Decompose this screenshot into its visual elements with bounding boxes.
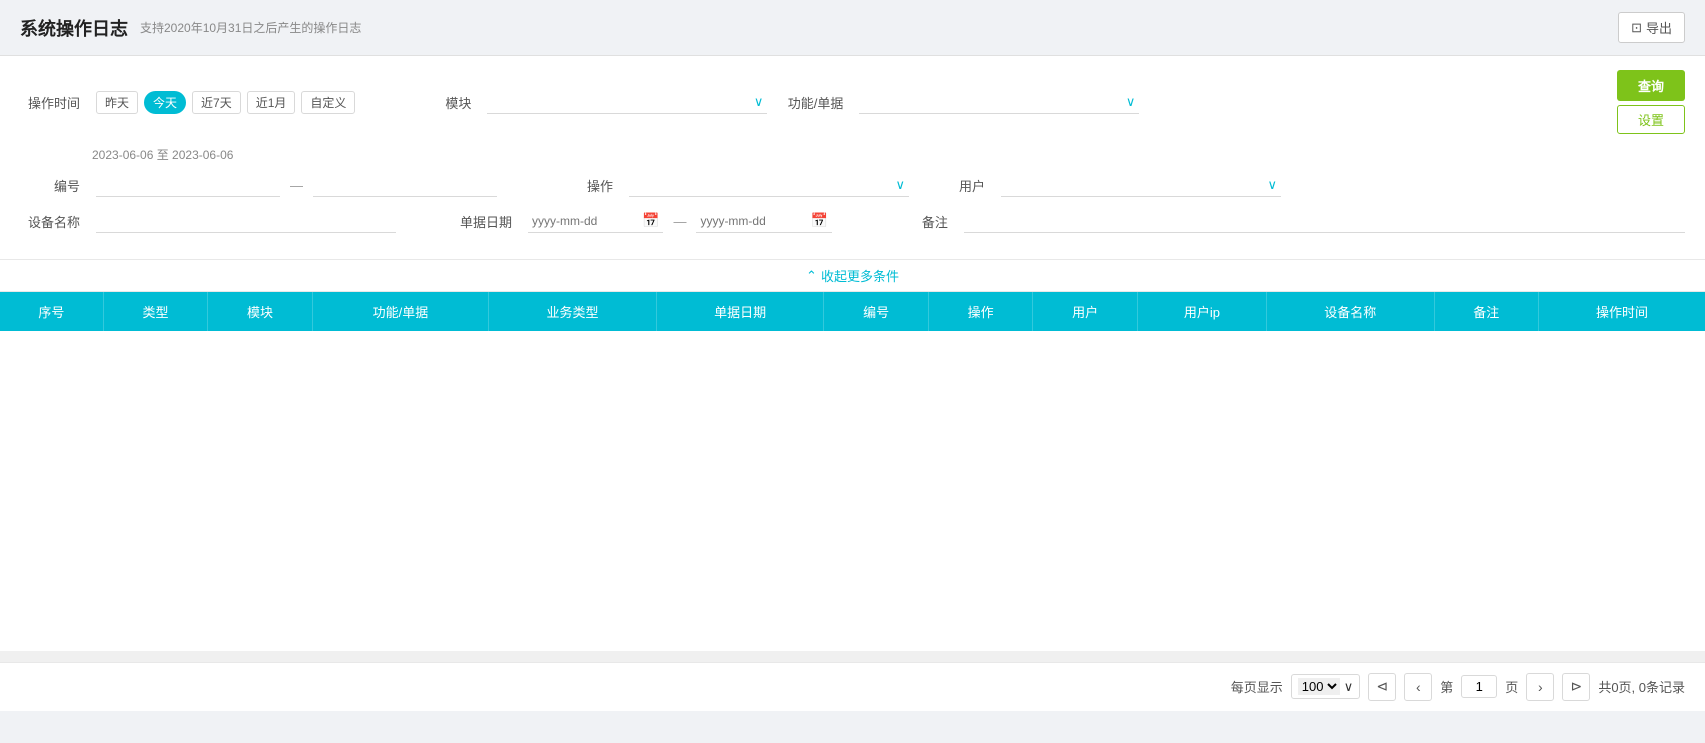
number-input1[interactable] [96,173,280,196]
col-user-ip: 用户ip [1137,292,1266,331]
user-label: 用户 [925,176,985,195]
number-input2-wrapper [313,173,497,197]
operation-select[interactable] [629,173,909,196]
module-select-wrapper: ∨ [487,90,767,114]
remark-input[interactable] [964,209,1685,232]
collapse-bar[interactable]: ⌃ 收起更多条件 [0,260,1705,292]
page-next-button[interactable]: › [1526,673,1554,701]
collapse-up-icon: ⌃ [806,268,817,284]
page-end-label: 页 [1505,677,1518,696]
filter-row-1: 操作时间 昨天 今天 近7天 近1月 自定义 模块 ∨ 功能/单据 ∨ 查询 [20,70,1685,134]
per-page-select-wrapper[interactable]: 100 10 20 50 200 ∨ [1291,674,1361,699]
number-input1-wrapper [96,173,280,197]
function-select-wrapper: ∨ [859,90,1139,114]
col-number: 编号 [824,292,928,331]
calendar-from-icon[interactable]: 📅 [638,212,663,229]
date-to-wrapper: 📅 [696,210,831,233]
user-select-wrapper: ∨ [1001,173,1281,197]
filter-panel: 操作时间 昨天 今天 近7天 近1月 自定义 模块 ∨ 功能/单据 ∨ 查询 [0,56,1705,260]
collapse-label: 收起更多条件 [821,266,899,285]
per-page-chevron-icon: ∨ [1344,679,1354,695]
table-wrapper: 序号 类型 模块 功能/单据 业务类型 单据日期 编号 操作 用户 用户ip 设… [0,292,1705,652]
export-label: 导出 [1646,18,1672,37]
number-input2[interactable] [313,173,497,196]
date-from-input[interactable] [528,210,638,232]
module-label: 模块 [411,93,471,112]
filter-row-3: 设备名称 单据日期 📅 — 📅 备注 [20,209,1685,233]
col-device: 设备名称 [1266,292,1434,331]
filter-row-2: 编号 — 操作 ∨ 用户 ∨ [20,173,1685,197]
settings-button[interactable]: 设置 [1617,105,1685,134]
per-page-label: 每页显示 [1231,677,1283,696]
time-buttons: 昨天 今天 近7天 近1月 自定义 [96,91,355,114]
scrollbar-area[interactable] [0,652,1705,662]
col-remark: 备注 [1434,292,1538,331]
col-function: 功能/单据 [312,292,488,331]
number-dash: — [284,178,309,193]
time-btn-today[interactable]: 今天 [144,91,186,114]
user-select[interactable] [1001,173,1281,196]
per-page-select[interactable]: 100 10 20 50 200 [1298,678,1340,695]
header-row: 序号 类型 模块 功能/单据 业务类型 单据日期 编号 操作 用户 用户ip 设… [0,292,1705,331]
data-table: 序号 类型 模块 功能/单据 业务类型 单据日期 编号 操作 用户 用户ip 设… [0,292,1705,652]
page-label: 第 [1440,677,1453,696]
header-left: 系统操作日志 支持2020年10月31日之后产生的操作日志 [20,15,361,41]
remark-label: 备注 [888,212,948,231]
remark-input-wrapper [964,209,1685,233]
page-first-button[interactable]: ⊲ [1368,673,1396,701]
time-btn-7days[interactable]: 近7天 [192,91,241,114]
page-subtitle: 支持2020年10月31日之后产生的操作日志 [140,19,361,36]
page-header: 系统操作日志 支持2020年10月31日之后产生的操作日志 ⊡ 导出 [0,0,1705,56]
page-prev-button[interactable]: ‹ [1404,673,1432,701]
number-label: 编号 [20,176,80,195]
time-btn-yesterday[interactable]: 昨天 [96,91,138,114]
col-operation: 操作 [928,292,1032,331]
col-module: 模块 [208,292,312,331]
device-input[interactable] [96,209,396,232]
page-last-button[interactable]: ⊳ [1562,673,1590,701]
operation-label: 操作 [553,176,613,195]
pagination-bar: 每页显示 100 10 20 50 200 ∨ ⊲ ‹ 第 页 › ⊳ 共0页,… [0,662,1705,711]
time-btn-1month[interactable]: 近1月 [247,91,296,114]
time-label: 操作时间 [20,93,80,112]
col-time: 操作时间 [1539,292,1705,331]
device-label: 设备名称 [20,212,80,231]
export-icon: ⊡ [1631,20,1642,36]
col-date: 单据日期 [656,292,824,331]
scrollbar-inner [0,652,1705,662]
col-user: 用户 [1033,292,1137,331]
calendar-to-icon[interactable]: 📅 [806,212,831,229]
function-label: 功能/单据 [783,93,843,112]
page-input[interactable] [1461,675,1497,698]
time-range-text: 2023-06-06 至 2023-06-06 [92,148,233,162]
query-button[interactable]: 查询 [1617,70,1685,101]
date-label: 单据日期 [452,212,512,231]
empty-row [0,331,1705,651]
date-from-wrapper: 📅 [528,210,663,233]
col-type: 类型 [103,292,207,331]
table-header: 序号 类型 模块 功能/单据 业务类型 单据日期 编号 操作 用户 用户ip 设… [0,292,1705,331]
filter-actions: 查询 设置 [1617,70,1685,134]
table-body [0,331,1705,651]
col-business-type: 业务类型 [489,292,657,331]
number-range: — [96,173,497,197]
date-range: 📅 — 📅 [528,210,832,233]
device-input-wrapper [96,209,396,233]
time-btn-custom[interactable]: 自定义 [301,91,355,114]
empty-cell [0,331,1705,651]
function-select[interactable] [859,90,1139,113]
export-button[interactable]: ⊡ 导出 [1618,12,1685,43]
module-select[interactable] [487,90,767,113]
col-index: 序号 [0,292,103,331]
operation-select-wrapper: ∨ [629,173,909,197]
page-title: 系统操作日志 [20,15,128,41]
date-to-input[interactable] [696,210,806,232]
time-range-display: 2023-06-06 至 2023-06-06 [88,146,1685,163]
date-dash: — [667,214,692,229]
page-total: 共0页, 0条记录 [1598,677,1685,696]
